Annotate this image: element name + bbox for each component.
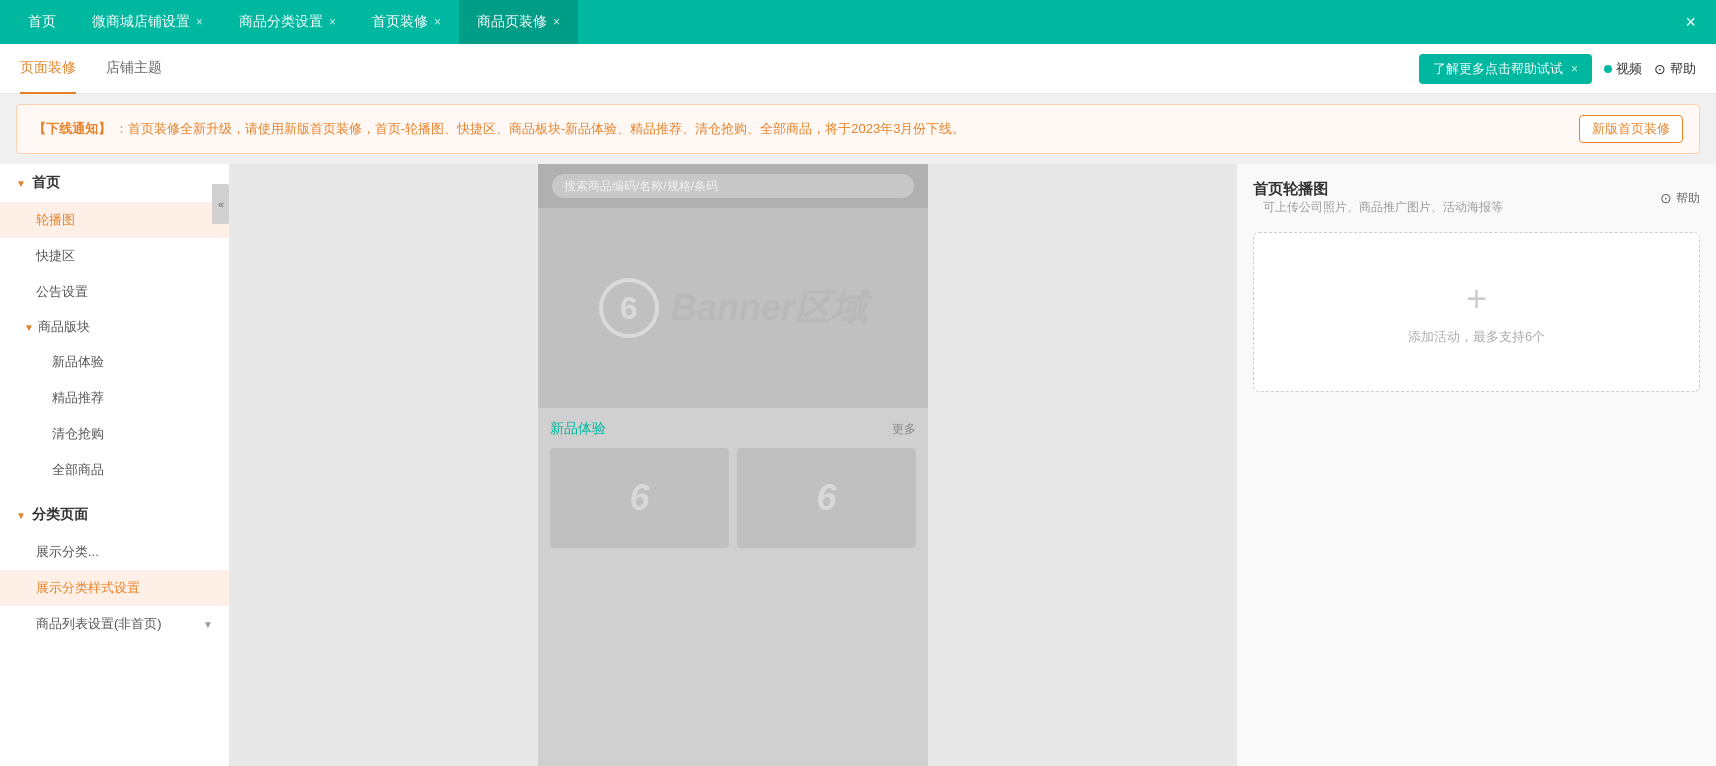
sidebar-item-product-list-settings[interactable]: 商品列表设置(非首页) ▼ — [0, 606, 229, 642]
sidebar-item-new-experience-label: 新品体验 — [52, 354, 104, 369]
tab-bar: 首页 微商城店铺设置 × 商品分类设置 × 首页装修 × 商品页装修 × × — [0, 0, 1716, 44]
product-grid: 6 6 — [550, 448, 916, 548]
phone-search-input[interactable] — [552, 174, 914, 198]
sub-tab-bar: 页面装修 店铺主题 了解更多点击帮助试试 × 视频 ⊙ 帮助 — [0, 44, 1716, 94]
product-section-header: 新品体验 更多 — [550, 420, 916, 438]
chevron-left-icon: « — [218, 198, 224, 210]
tab-product-category[interactable]: 商品分类设置 × — [221, 0, 354, 44]
right-panel-help-label: 帮助 — [1676, 190, 1700, 207]
phone-frame: 6 Banner区域 新品体验 更多 6 6 — [538, 164, 928, 766]
sidebar-item-all-products-label: 全部商品 — [52, 462, 104, 477]
preview-area: 6 Banner区域 新品体验 更多 6 6 — [230, 164, 1236, 766]
sidebar-item-carousel-label: 轮播图 — [36, 212, 75, 227]
tab-home-label: 首页 — [28, 13, 56, 31]
tab-home-decorate-close[interactable]: × — [434, 15, 441, 29]
notice-prefix: 【下线通知】 — [33, 121, 111, 136]
sidebar-item-show-category[interactable]: 展示分类... — [0, 534, 229, 570]
tab-home[interactable]: 首页 — [10, 0, 74, 44]
help-circle-icon: ⊙ — [1654, 61, 1666, 77]
tab-product-category-label: 商品分类设置 — [239, 13, 323, 31]
arrow-down-icon: ▼ — [16, 178, 26, 189]
tab-page-decorate[interactable]: 页面装修 — [20, 44, 76, 94]
main-layout: « ▼ 首页 轮播图 快捷区 公告设置 ▼ 商品版块 新品体验 精品推荐 清仓抢… — [0, 164, 1716, 766]
tab-product-decorate[interactable]: 商品页装修 × — [459, 0, 578, 44]
sidebar-item-featured[interactable]: 精品推荐 — [0, 380, 229, 416]
sidebar-section-home[interactable]: ▼ 首页 — [0, 164, 229, 202]
banner-logo-icon: 6 — [599, 278, 659, 338]
arrow-down-icon-3: ▼ — [16, 510, 26, 521]
help-link[interactable]: ⊙ 帮助 — [1654, 60, 1696, 78]
video-label: 视频 — [1616, 60, 1642, 78]
right-panel: 首页轮播图 可上传公司照片、商品推广图片、活动海报等 ⊙ 帮助 + 添加活动，最… — [1236, 164, 1716, 766]
upload-area[interactable]: + 添加活动，最多支持6个 — [1253, 232, 1700, 392]
new-version-button[interactable]: 新版首页装修 — [1579, 115, 1683, 143]
sidebar-subsection-product-block-label: 商品版块 — [38, 318, 90, 336]
help-banner[interactable]: 了解更多点击帮助试试 × — [1419, 54, 1592, 84]
upload-plus-icon: + — [1466, 278, 1487, 320]
notice-body: ：首页装修全新升级，请使用新版首页装修，首页-轮播图、快捷区、商品板块-新品体验… — [115, 121, 966, 136]
sidebar-item-new-experience[interactable]: 新品体验 — [0, 344, 229, 380]
tab-shop-settings[interactable]: 微商城店铺设置 × — [74, 0, 221, 44]
product-section-more: 更多 — [892, 421, 916, 438]
sidebar-item-shortcuts[interactable]: 快捷区 — [0, 238, 229, 274]
product-card-icon-1: 6 — [629, 477, 649, 519]
video-dot-icon — [1604, 65, 1612, 73]
banner-area: 6 Banner区域 — [538, 208, 928, 408]
sidebar-item-featured-label: 精品推荐 — [52, 390, 104, 405]
banner-text: Banner区域 — [671, 284, 867, 333]
close-all-button[interactable]: × — [1675, 12, 1706, 33]
banner-logo: 6 Banner区域 — [599, 278, 867, 338]
help-label: 帮助 — [1670, 60, 1696, 78]
sidebar-item-category-style-label: 展示分类样式设置 — [36, 580, 140, 595]
help-circle-icon-2: ⊙ — [1660, 190, 1672, 206]
tab-shop-settings-label: 微商城店铺设置 — [92, 13, 190, 31]
right-panel-title: 首页轮播图 — [1253, 180, 1503, 199]
help-banner-close[interactable]: × — [1571, 62, 1578, 76]
banner-icon-char: 6 — [620, 290, 638, 327]
tab-home-decorate[interactable]: 首页装修 × — [354, 0, 459, 44]
tab-home-decorate-label: 首页装修 — [372, 13, 428, 31]
sidebar-section-category[interactable]: ▼ 分类页面 — [0, 496, 229, 534]
phone-search-bar — [538, 164, 928, 208]
sidebar-collapse-button[interactable]: « — [212, 184, 230, 224]
tab-product-decorate-label: 商品页装修 — [477, 13, 547, 31]
right-panel-help-button[interactable]: ⊙ 帮助 — [1660, 190, 1700, 207]
product-section: 新品体验 更多 6 6 — [538, 408, 928, 766]
tab-product-decorate-close[interactable]: × — [553, 15, 560, 29]
help-banner-text: 了解更多点击帮助试试 — [1433, 60, 1563, 78]
sidebar-item-product-list-label: 商品列表设置(非首页) — [36, 615, 162, 633]
sidebar-item-category-style[interactable]: 展示分类样式设置 — [0, 570, 229, 606]
product-card-2: 6 — [737, 448, 916, 548]
notice-bar: 【下线通知】 ：首页装修全新升级，请使用新版首页装修，首页-轮播图、快捷区、商品… — [16, 104, 1700, 154]
sidebar-item-shortcuts-label: 快捷区 — [36, 248, 75, 263]
sidebar-section-category-label: 分类页面 — [32, 506, 88, 524]
arrow-down-icon-2: ▼ — [24, 322, 34, 333]
product-card-icon-2: 6 — [816, 477, 836, 519]
sidebar-item-notice-label: 公告设置 — [36, 284, 88, 299]
sidebar-item-clearance[interactable]: 清仓抢购 — [0, 416, 229, 452]
sidebar-item-show-category-label: 展示分类... — [36, 544, 99, 559]
right-panel-header: 首页轮播图 可上传公司照片、商品推广图片、活动海报等 ⊙ 帮助 — [1253, 180, 1700, 216]
sidebar-subsection-product-block[interactable]: ▼ 商品版块 — [0, 310, 229, 344]
tab-shop-settings-close[interactable]: × — [196, 15, 203, 29]
sidebar: « ▼ 首页 轮播图 快捷区 公告设置 ▼ 商品版块 新品体验 精品推荐 清仓抢… — [0, 164, 230, 766]
sidebar-item-clearance-label: 清仓抢购 — [52, 426, 104, 441]
tab-product-category-close[interactable]: × — [329, 15, 336, 29]
product-card-1: 6 — [550, 448, 729, 548]
chevron-down-small-icon: ▼ — [203, 619, 213, 630]
product-section-title: 新品体验 — [550, 420, 606, 438]
video-link[interactable]: 视频 — [1604, 60, 1642, 78]
tab-shop-theme-label: 店铺主题 — [106, 59, 162, 77]
notice-text: 【下线通知】 ：首页装修全新升级，请使用新版首页装修，首页-轮播图、快捷区、商品… — [33, 120, 965, 138]
tab-shop-theme[interactable]: 店铺主题 — [106, 44, 162, 94]
upload-label: 添加活动，最多支持6个 — [1408, 328, 1545, 346]
sidebar-item-all-products[interactable]: 全部商品 — [0, 452, 229, 488]
sidebar-item-carousel[interactable]: 轮播图 — [0, 202, 229, 238]
sidebar-section-home-label: 首页 — [32, 174, 60, 192]
tab-page-decorate-label: 页面装修 — [20, 59, 76, 77]
sidebar-item-notice[interactable]: 公告设置 — [0, 274, 229, 310]
right-panel-subtitle: 可上传公司照片、商品推广图片、活动海报等 — [1263, 200, 1503, 214]
